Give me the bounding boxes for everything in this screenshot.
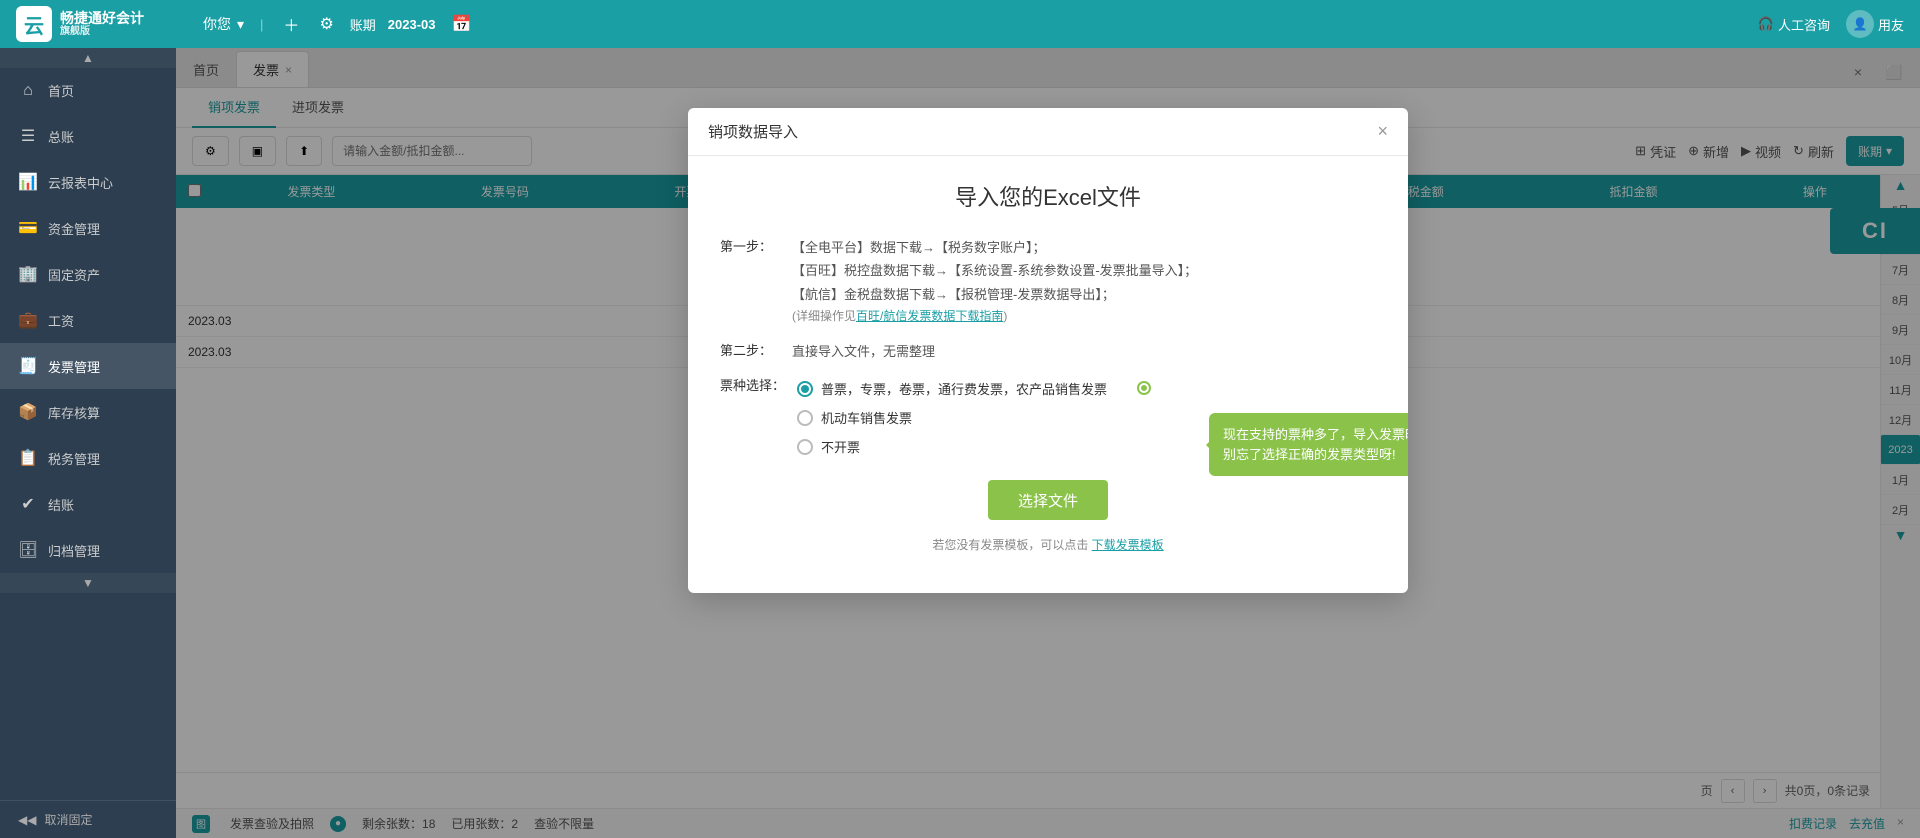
- import-modal: 销项数据导入 × 导入您的Excel文件 第一步： 【全电平台】数据下载→【税务…: [688, 108, 1408, 593]
- sidebar-item-checkout[interactable]: ✔ 结账: [0, 481, 176, 527]
- ledger-icon: ☰: [18, 126, 38, 146]
- logo-area: 云 畅捷通好会计 旗舰版: [16, 6, 191, 42]
- radio-option-2[interactable]: 机动车销售发票: [797, 408, 1107, 427]
- top-right: 🎧 人工咨询 👤 用友: [1758, 10, 1904, 38]
- radio-option-3[interactable]: 不开票: [797, 437, 1107, 456]
- download-template-link[interactable]: 下载发票模板: [1092, 538, 1164, 552]
- guide-link[interactable]: 百旺/航信发票数据下载指南: [856, 309, 1003, 323]
- sidebar-item-ledger[interactable]: ☰ 总账: [0, 113, 176, 159]
- sidebar-item-tax[interactable]: 📋 税务管理: [0, 435, 176, 481]
- modal-body: 导入您的Excel文件 第一步： 【全电平台】数据下载→【税务数字账户】； 【百…: [688, 156, 1408, 593]
- tax-icon: 📋: [18, 448, 38, 468]
- modal-header: 销项数据导入 ×: [688, 108, 1408, 156]
- modal-title-text: 销项数据导入: [708, 121, 798, 142]
- step1-label: 第一步：: [720, 236, 780, 328]
- sidebar-unpin[interactable]: ◀◀ 取消固定: [0, 800, 176, 838]
- step1-line1: 【全电平台】数据下载→【税务数字账户】；: [792, 236, 1197, 259]
- sidebar-item-archive[interactable]: 🗄 归档管理: [0, 527, 176, 573]
- step1-content: 【全电平台】数据下载→【税务数字账户】； 【百旺】税控盘数据下载→【系统设置-系…: [792, 236, 1197, 328]
- select-file-button[interactable]: 选择文件: [988, 480, 1108, 520]
- fund-icon: 💳: [18, 218, 38, 238]
- main-layout: ▲ ⌂ 首页 ☰ 总账 📊 云报表中心 💳 资金管理 🏢 固定资产: [0, 48, 1920, 838]
- logo-text: 畅捷通好会计 旗舰版: [60, 10, 144, 39]
- salary-icon: 💼: [18, 310, 38, 330]
- home-icon: ⌂: [18, 82, 38, 100]
- sidebar-scroll: ▲ ⌂ 首页 ☰ 总账 📊 云报表中心 💳 资金管理 🏢 固定资产: [0, 48, 176, 800]
- step1-line3: 【航信】金税盘数据下载→【报税管理-发票数据导出】；: [792, 283, 1197, 306]
- support-button[interactable]: 🎧 人工咨询: [1758, 15, 1830, 34]
- step2-label: 第二步：: [720, 340, 780, 363]
- ticket-row: 票种选择： 普票，专票，卷票，通行费发票，农产品销售发票 机动车销售发票: [720, 375, 1376, 456]
- sidebar-item-salary[interactable]: 💼 工资: [0, 297, 176, 343]
- top-divider: |: [260, 17, 263, 32]
- modal-close-button[interactable]: ×: [1377, 121, 1388, 142]
- company-selector[interactable]: 你您 ▾: [203, 14, 244, 34]
- user-button[interactable]: 👤 用友: [1846, 10, 1904, 38]
- logo-icon: 云: [16, 6, 52, 42]
- calendar-icon[interactable]: 📅: [448, 10, 476, 38]
- sidebar: ▲ ⌂ 首页 ☰ 总账 📊 云报表中心 💳 资金管理 🏢 固定资产: [0, 48, 176, 838]
- pin-icon: ◀◀: [18, 813, 36, 827]
- modal-footer-note: 若您没有发票模板，可以点击 下载发票模板: [720, 536, 1376, 569]
- step1-note: (详细操作见百旺/航信发票数据下载指南): [792, 306, 1197, 328]
- headphone-icon: 🎧: [1758, 16, 1774, 32]
- ticket-label: 票种选择：: [720, 375, 785, 394]
- sidebar-scroll-up[interactable]: ▲: [0, 48, 176, 68]
- avatar: 👤: [1846, 10, 1874, 38]
- checkout-icon: ✔: [18, 494, 38, 514]
- sidebar-scroll-down[interactable]: ▼: [0, 573, 176, 593]
- asset-icon: 🏢: [18, 264, 38, 284]
- invoice-icon: 🧾: [18, 356, 38, 376]
- settings-icon[interactable]: ⚙: [315, 10, 337, 38]
- chevron-down-icon: ▾: [237, 16, 244, 33]
- top-bar: 云 畅捷通好会计 旗舰版 你您 ▾ | ＋ ⚙ 账期 2023-03 📅 🎧 人…: [0, 0, 1920, 48]
- radio-group: 普票，专票，卷票，通行费发票，农产品销售发票 机动车销售发票 不开票: [797, 379, 1107, 456]
- inventory-icon: 📦: [18, 402, 38, 422]
- step1-line2: 【百旺】税控盘数据下载→【系统设置-系统参数设置-发票批量导入】；: [792, 259, 1197, 282]
- sidebar-item-home[interactable]: ⌂ 首页: [0, 68, 176, 113]
- archive-icon: 🗄: [18, 540, 38, 560]
- sidebar-item-invoice[interactable]: 🧾 发票管理: [0, 343, 176, 389]
- report-icon: 📊: [18, 172, 38, 192]
- sidebar-item-inventory[interactable]: 📦 库存核算: [0, 389, 176, 435]
- radio-option-1[interactable]: 普票，专票，卷票，通行费发票，农产品销售发票: [797, 379, 1107, 398]
- step2-row: 第二步： 直接导入文件，无需整理: [720, 340, 1376, 363]
- sidebar-item-fund[interactable]: 💳 资金管理: [0, 205, 176, 251]
- sidebar-item-asset[interactable]: 🏢 固定资产: [0, 251, 176, 297]
- modal-overlay: 销项数据导入 × 导入您的Excel文件 第一步： 【全电平台】数据下载→【税务…: [176, 48, 1920, 838]
- step1-row: 第一步： 【全电平台】数据下载→【税务数字账户】； 【百旺】税控盘数据下载→【系…: [720, 236, 1376, 328]
- add-icon[interactable]: ＋: [279, 8, 303, 40]
- content-area: 首页 发票 × 销项发票 进项发票 ⚙ ▣ ⬆: [176, 48, 1920, 838]
- radio-circle-3: [797, 439, 813, 455]
- modal-content-title: 导入您的Excel文件: [720, 180, 1376, 212]
- tooltip-anchor: × 现在支持的票种多了，导入发票时别忘了选择正确的发票类型呀!: [1139, 383, 1149, 393]
- sidebar-item-report[interactable]: 📊 云报表中心: [0, 159, 176, 205]
- step2-content: 直接导入文件，无需整理: [792, 340, 935, 363]
- tooltip-dot: [1139, 383, 1149, 393]
- radio-circle-2: [797, 410, 813, 426]
- tooltip-bubble: × 现在支持的票种多了，导入发票时别忘了选择正确的发票类型呀!: [1209, 413, 1408, 476]
- radio-circle-1: [797, 381, 813, 397]
